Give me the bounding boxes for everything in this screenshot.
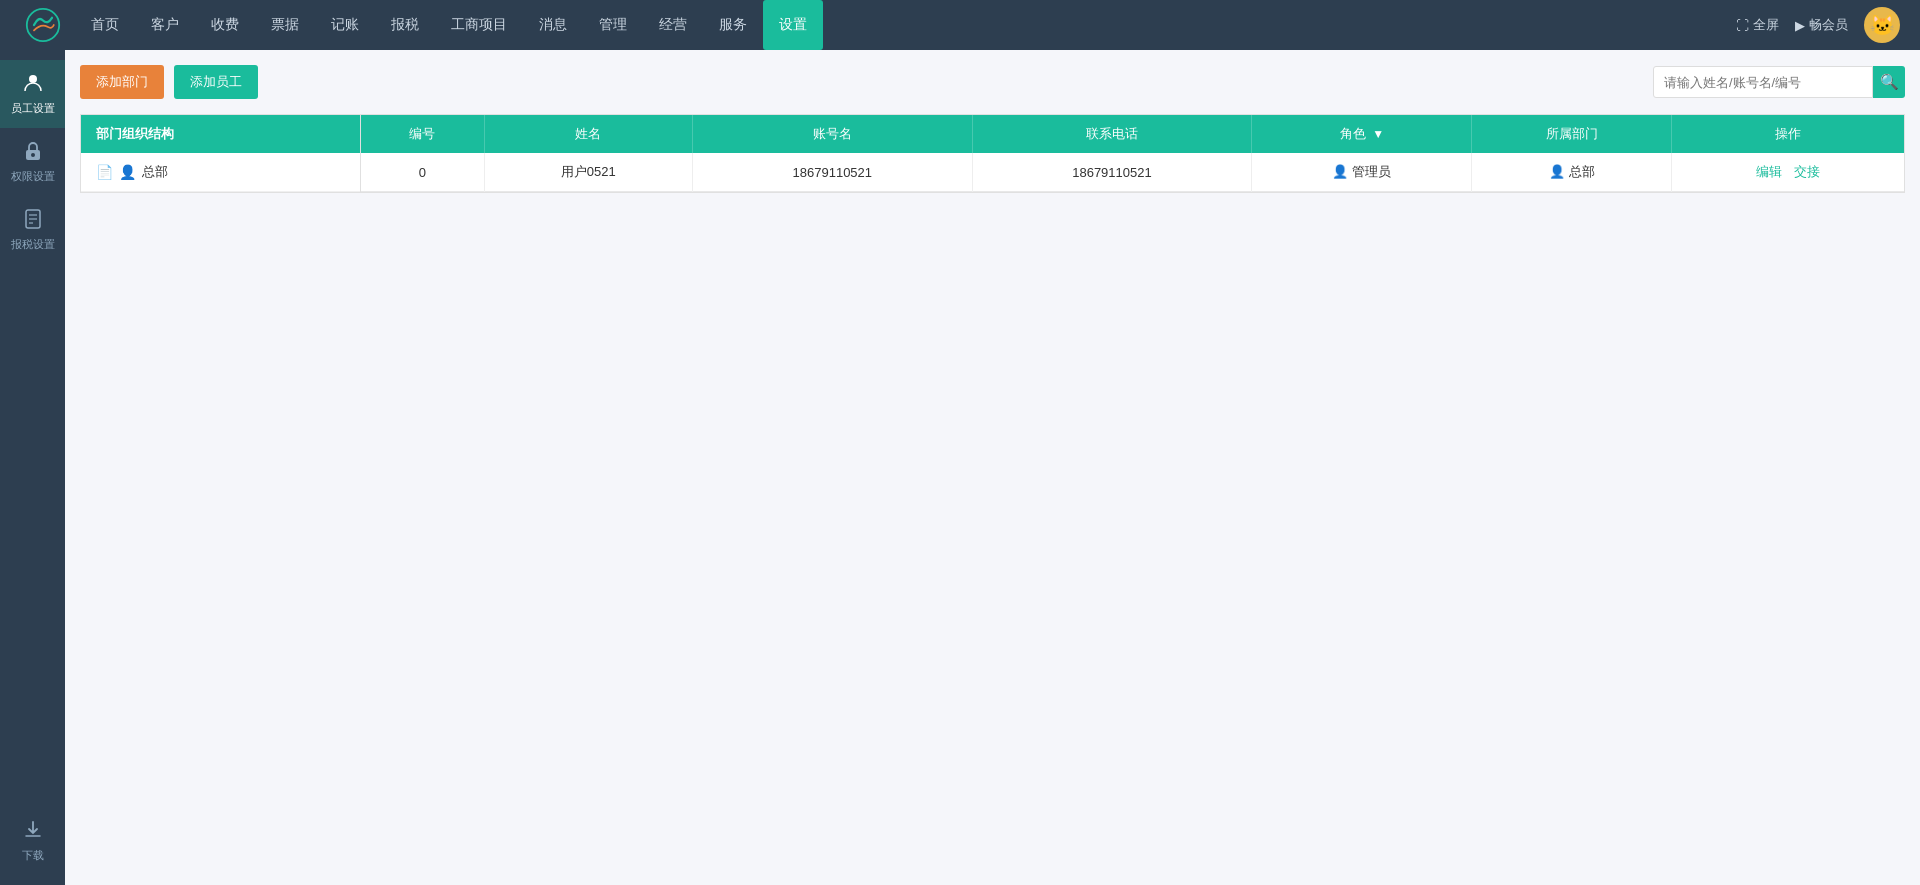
search-icon: 🔍 bbox=[1880, 73, 1899, 91]
sidebar-permission-label: 权限设置 bbox=[11, 169, 55, 184]
nav-operation[interactable]: 经营 bbox=[643, 0, 703, 50]
transfer-link[interactable]: 交接 bbox=[1794, 164, 1820, 179]
content-area: 部门组织结构 📄 👤 总部 编号 姓名 账号名 联系电话 角色 bbox=[80, 114, 1905, 193]
cell-role: 👤管理员 bbox=[1252, 153, 1472, 192]
download-icon bbox=[23, 819, 43, 844]
cell-id: 0 bbox=[361, 153, 484, 192]
member-label: 畅会员 bbox=[1809, 16, 1848, 34]
cell-name: 用户0521 bbox=[484, 153, 692, 192]
sidebar-download[interactable]: 下载 bbox=[0, 807, 65, 875]
dept-user-icon: 👤 bbox=[119, 164, 136, 180]
main-content: 添加部门 添加员工 🔍 部门组织结构 📄 👤 总部 编号 bbox=[65, 50, 1920, 885]
nav-service[interactable]: 服务 bbox=[703, 0, 763, 50]
col-dept: 所属部门 bbox=[1472, 115, 1672, 153]
nav-business[interactable]: 工商项目 bbox=[435, 0, 523, 50]
nav-invoice[interactable]: 票据 bbox=[255, 0, 315, 50]
col-role[interactable]: 角色 ▼ bbox=[1252, 115, 1472, 153]
sidebar-item-permission[interactable]: 权限设置 bbox=[0, 128, 65, 196]
dept-user-icon-cell: 👤 bbox=[1549, 164, 1565, 179]
avatar[interactable]: 🐱 bbox=[1864, 7, 1900, 43]
search-bar: 🔍 bbox=[1653, 66, 1905, 98]
col-phone: 联系电话 bbox=[972, 115, 1252, 153]
fullscreen-label: 全屏 bbox=[1753, 16, 1779, 34]
dept-label: 总部 bbox=[142, 163, 168, 181]
sidebar-item-staff[interactable]: 员工设置 bbox=[0, 60, 65, 128]
table-header-row: 编号 姓名 账号名 联系电话 角色 ▼ 所属部门 操作 bbox=[361, 115, 1904, 153]
logo bbox=[10, 7, 75, 43]
tax-settings-icon bbox=[23, 208, 43, 233]
nav-home[interactable]: 首页 bbox=[75, 0, 135, 50]
nav-settings[interactable]: 设置 bbox=[763, 0, 823, 50]
fullscreen-icon: ⛶ bbox=[1736, 18, 1749, 33]
tree-panel: 部门组织结构 📄 👤 总部 bbox=[81, 115, 361, 192]
fullscreen-button[interactable]: ⛶ 全屏 bbox=[1736, 16, 1779, 34]
col-id: 编号 bbox=[361, 115, 484, 153]
tree-item-headquarters[interactable]: 📄 👤 总部 bbox=[81, 153, 360, 192]
avatar-icon: 🐱 bbox=[1870, 13, 1895, 37]
sidebar-staff-label: 员工设置 bbox=[11, 101, 55, 116]
svg-point-3 bbox=[31, 153, 35, 157]
nav-tax[interactable]: 报税 bbox=[375, 0, 435, 50]
sidebar-tax-label: 报税设置 bbox=[11, 237, 55, 252]
role-user-icon: 👤 bbox=[1332, 164, 1348, 179]
add-staff-button[interactable]: 添加员工 bbox=[174, 65, 258, 99]
add-dept-button[interactable]: 添加部门 bbox=[80, 65, 164, 99]
cell-dept: 👤总部 bbox=[1472, 153, 1672, 192]
video-icon: ▶ bbox=[1795, 18, 1805, 33]
cell-phone: 18679110521 bbox=[972, 153, 1252, 192]
table-panel: 编号 姓名 账号名 联系电话 角色 ▼ 所属部门 操作 0 用户0521 bbox=[361, 115, 1904, 192]
tree-header: 部门组织结构 bbox=[81, 115, 360, 153]
nav-message[interactable]: 消息 bbox=[523, 0, 583, 50]
sidebar: 员工设置 权限设置 报税设置 bbox=[0, 50, 65, 885]
file-icon: 📄 bbox=[96, 164, 113, 180]
staff-icon bbox=[22, 72, 44, 97]
search-button[interactable]: 🔍 bbox=[1873, 66, 1905, 98]
top-nav: 首页 客户 收费 票据 记账 报税 工商项目 消息 管理 经营 服务 设置 ⛶ … bbox=[0, 0, 1920, 50]
cell-actions: 编辑 交接 bbox=[1672, 153, 1904, 192]
sidebar-download-label: 下载 bbox=[22, 848, 44, 863]
nav-customer[interactable]: 客户 bbox=[135, 0, 195, 50]
search-input[interactable] bbox=[1653, 66, 1873, 98]
employee-table: 编号 姓名 账号名 联系电话 角色 ▼ 所属部门 操作 0 用户0521 bbox=[361, 115, 1904, 192]
nav-items: 首页 客户 收费 票据 记账 报税 工商项目 消息 管理 经营 服务 设置 bbox=[75, 0, 1736, 50]
table-row: 0 用户0521 18679110521 18679110521 👤管理员 👤总… bbox=[361, 153, 1904, 192]
nav-manage[interactable]: 管理 bbox=[583, 0, 643, 50]
edit-link[interactable]: 编辑 bbox=[1756, 164, 1782, 179]
col-account: 账号名 bbox=[692, 115, 972, 153]
filter-icon: ▼ bbox=[1372, 127, 1384, 141]
nav-accounting[interactable]: 记账 bbox=[315, 0, 375, 50]
lock-icon bbox=[23, 140, 43, 165]
action-bar: 添加部门 添加员工 🔍 bbox=[80, 65, 1905, 99]
svg-point-1 bbox=[29, 75, 37, 83]
nav-billing[interactable]: 收费 bbox=[195, 0, 255, 50]
col-name: 姓名 bbox=[484, 115, 692, 153]
sidebar-bottom: 下载 bbox=[0, 807, 65, 885]
col-actions: 操作 bbox=[1672, 115, 1904, 153]
cell-account: 18679110521 bbox=[692, 153, 972, 192]
sidebar-item-tax-settings[interactable]: 报税设置 bbox=[0, 196, 65, 264]
member-button[interactable]: ▶ 畅会员 bbox=[1795, 16, 1848, 34]
nav-right: ⛶ 全屏 ▶ 畅会员 🐱 bbox=[1736, 7, 1900, 43]
